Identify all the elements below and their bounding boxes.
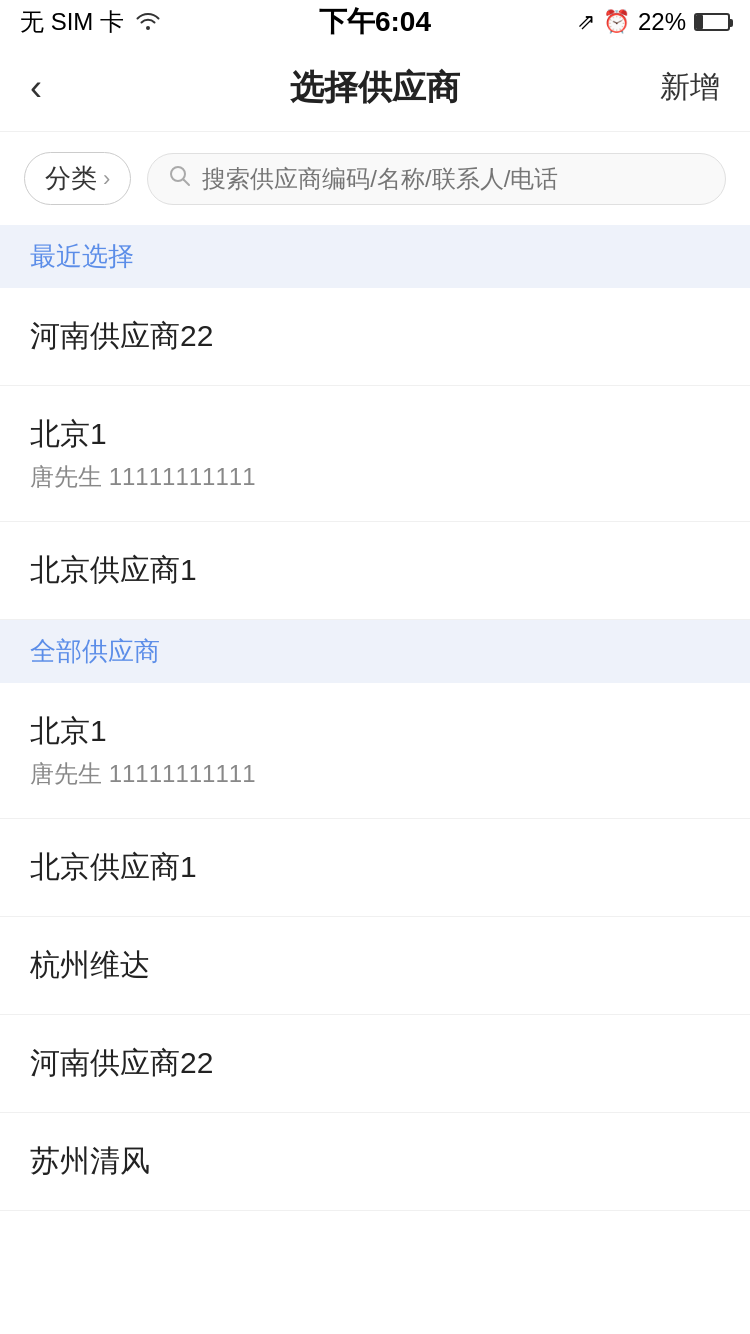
page-title: 选择供应商 <box>290 65 460 111</box>
list-item[interactable]: 河南供应商22 <box>0 1015 750 1113</box>
section-header-all: 全部供应商 <box>0 620 750 683</box>
category-label: 分类 <box>45 161 97 196</box>
supplier-list: 最近选择河南供应商22 北京1 唐先生 11111111111 北京供应商1 全部供应商… <box>0 225 750 1211</box>
item-name: 北京1 <box>30 414 720 455</box>
filter-bar: 分类 › <box>0 132 750 225</box>
item-name: 河南供应商22 <box>30 1043 720 1084</box>
item-name: 苏州清风 <box>30 1141 720 1182</box>
svg-line-1 <box>184 179 190 185</box>
search-icon <box>168 164 192 194</box>
item-sub: 唐先生 11111111111 <box>30 758 720 790</box>
list-item[interactable]: 北京1 唐先生 11111111111 <box>0 386 750 522</box>
category-button[interactable]: 分类 › <box>24 152 131 205</box>
back-button[interactable]: ‹ <box>30 67 90 109</box>
item-name: 河南供应商22 <box>30 316 720 357</box>
list-item[interactable]: 河南供应商22 <box>0 288 750 386</box>
list-item[interactable]: 北京1 唐先生 11111111111 <box>0 683 750 819</box>
carrier-label: 无 SIM 卡 <box>20 6 124 38</box>
item-name: 北京1 <box>30 711 720 752</box>
status-time: 下午6:04 <box>319 3 431 41</box>
item-name: 杭州维达 <box>30 945 720 986</box>
list-item[interactable]: 北京供应商1 <box>0 819 750 917</box>
search-input[interactable] <box>202 165 705 193</box>
item-sub: 唐先生 11111111111 <box>30 461 720 493</box>
status-left: 无 SIM 卡 <box>20 6 162 38</box>
list-item[interactable]: 杭州维达 <box>0 917 750 1015</box>
location-icon: ⇗ <box>577 9 595 35</box>
status-right: ⇗ ⏰ 22% <box>577 8 730 36</box>
battery-icon <box>694 13 730 31</box>
section-header-recent: 最近选择 <box>0 225 750 288</box>
status-bar: 无 SIM 卡 下午6:04 ⇗ ⏰ 22% <box>0 0 750 44</box>
item-name: 北京供应商1 <box>30 550 720 591</box>
item-name: 北京供应商1 <box>30 847 720 888</box>
list-item[interactable]: 北京供应商1 <box>0 522 750 620</box>
battery-label: 22% <box>638 8 686 36</box>
search-box <box>147 153 726 205</box>
wifi-icon <box>134 8 162 36</box>
alarm-icon: ⏰ <box>603 9 630 35</box>
list-item[interactable]: 苏州清风 <box>0 1113 750 1211</box>
add-button[interactable]: 新增 <box>660 67 720 108</box>
chevron-right-icon: › <box>103 166 110 192</box>
nav-bar: ‹ 选择供应商 新增 <box>0 44 750 132</box>
